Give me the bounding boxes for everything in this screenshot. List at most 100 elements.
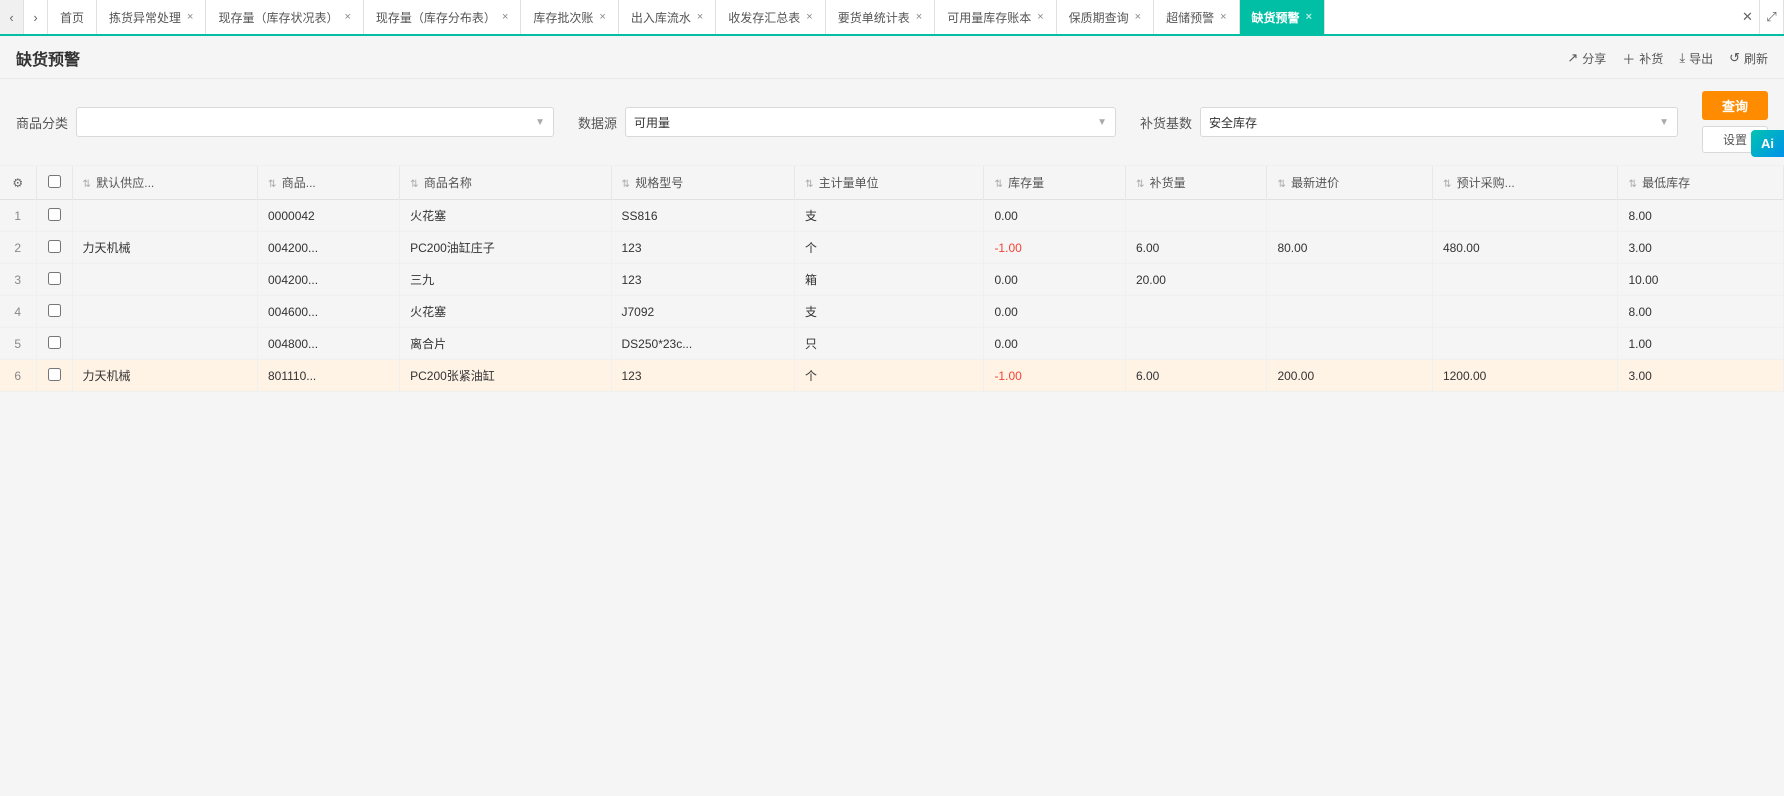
row-product-code-5: 801110... xyxy=(258,360,400,392)
row-select-checkbox-1[interactable] xyxy=(48,240,61,253)
sort-icon-6: ⇅ xyxy=(994,179,1002,190)
row-estimated-purchase-4 xyxy=(1432,328,1618,360)
tab-item-2[interactable]: 现存量（库存状况表）× xyxy=(206,0,363,35)
col-latest-price[interactable]: ⇅ 最新进价 xyxy=(1267,166,1433,200)
tab-item-7[interactable]: 要货单统计表× xyxy=(826,0,935,35)
row-replenish-5: 6.00 xyxy=(1125,360,1267,392)
row-latest-price-2 xyxy=(1267,264,1433,296)
tab-close-btn-5[interactable]: × xyxy=(697,11,703,23)
tab-close-btn-2[interactable]: × xyxy=(344,11,350,23)
row-latest-price-0 xyxy=(1267,200,1433,232)
row-min-stock-1: 3.00 xyxy=(1618,232,1784,264)
row-supplier-1: 力天机械 xyxy=(72,232,258,264)
tab-item-9[interactable]: 保质期查询× xyxy=(1057,0,1154,35)
col-supplier[interactable]: ⇅ 默认供应... xyxy=(72,166,258,200)
tab-next-btn[interactable]: › xyxy=(24,0,48,35)
col-stock[interactable]: ⇅ 库存量 xyxy=(984,166,1126,200)
col-spec[interactable]: ⇅ 规格型号 xyxy=(611,166,794,200)
col-min-stock[interactable]: ⇅ 最低库存 xyxy=(1618,166,1784,200)
col-unit[interactable]: ⇅ 主计量单位 xyxy=(794,166,984,200)
tab-close-btn-3[interactable]: × xyxy=(502,11,508,23)
col-product-name[interactable]: ⇅ 商品名称 xyxy=(400,166,611,200)
tab-maximize-btn[interactable]: ⤢ xyxy=(1760,0,1784,35)
filter-replenish-base-label: 补货基数 xyxy=(1140,113,1192,132)
row-min-stock-5: 3.00 xyxy=(1618,360,1784,392)
tab-prev-btn[interactable]: ‹ xyxy=(0,0,24,35)
tab-item-1[interactable]: 拣货异常处理× xyxy=(97,0,206,35)
row-select-checkbox-3[interactable] xyxy=(48,304,61,317)
tab-item-0[interactable]: 首页 xyxy=(48,0,97,35)
tab-close-btn-4[interactable]: × xyxy=(599,11,605,23)
tab-close-btn-9[interactable]: × xyxy=(1135,11,1141,23)
row-checkbox-3[interactable] xyxy=(36,296,72,328)
ai-badge[interactable]: Ai xyxy=(1751,130,1784,157)
tab-close-all-btn[interactable]: ✕ xyxy=(1736,0,1760,35)
row-index-0: 1 xyxy=(0,200,36,232)
tab-item-8[interactable]: 可用量库存账本× xyxy=(935,0,1056,35)
row-estimated-purchase-0 xyxy=(1432,200,1618,232)
sort-icon-3: ⇅ xyxy=(410,179,418,190)
share-icon: ↗ xyxy=(1567,50,1578,66)
tab-close-btn-1[interactable]: × xyxy=(187,11,193,23)
share-btn[interactable]: ↗ 分享 xyxy=(1567,50,1606,67)
col-estimated-purchase[interactable]: ⇅ 预计采购... xyxy=(1432,166,1618,200)
row-checkbox-4[interactable] xyxy=(36,328,72,360)
export-icon: ⤓ xyxy=(1679,50,1685,66)
tab-item-11[interactable]: 缺货预警× xyxy=(1240,0,1325,35)
col-checkbox-header[interactable] xyxy=(36,166,72,200)
filter-datasource-label: 数据源 xyxy=(578,113,617,132)
row-supplier-5: 力天机械 xyxy=(72,360,258,392)
row-stock-4: 0.00 xyxy=(984,328,1126,360)
tab-close-btn-6[interactable]: × xyxy=(806,11,812,23)
select-all-checkbox[interactable] xyxy=(48,175,61,188)
tab-item-4[interactable]: 库存批次账× xyxy=(521,0,618,35)
col-gear[interactable]: ⚙ xyxy=(0,166,36,200)
data-table: ⚙ ⇅ 默认供应... ⇅ 商品... ⇅ 商品名称 ⇅ xyxy=(0,166,1784,392)
row-product-name-3: 火花塞 xyxy=(400,296,611,328)
row-spec-2: 123 xyxy=(611,264,794,296)
row-replenish-4 xyxy=(1125,328,1267,360)
row-stock-0: 0.00 xyxy=(984,200,1126,232)
row-supplier-3 xyxy=(72,296,258,328)
tab-close-btn-10[interactable]: × xyxy=(1220,11,1226,23)
row-stock-1: -1.00 xyxy=(984,232,1126,264)
row-stock-5: -1.00 xyxy=(984,360,1126,392)
table-row: 3 004200... 三九 123 箱 0.00 20.00 10.00 xyxy=(0,264,1784,296)
refresh-btn[interactable]: ↺ 刷新 xyxy=(1729,50,1768,67)
filter-datasource-select[interactable]: 可用量 ▼ xyxy=(625,107,1116,137)
tab-close-btn-11[interactable]: × xyxy=(1306,11,1312,23)
tab-item-10[interactable]: 超储预警× xyxy=(1154,0,1239,35)
query-button[interactable]: 查询 xyxy=(1702,91,1768,120)
tab-close-btn-8[interactable]: × xyxy=(1037,11,1043,23)
tab-close-btn-7[interactable]: × xyxy=(916,11,922,23)
tab-item-5[interactable]: 出入库流水× xyxy=(619,0,716,35)
row-product-name-1: PC200油缸庄子 xyxy=(400,232,611,264)
table-row: 2 力天机械 004200... PC200油缸庄子 123 个 -1.00 6… xyxy=(0,232,1784,264)
row-select-checkbox-0[interactable] xyxy=(48,208,61,221)
col-replenish[interactable]: ⇅ 补货量 xyxy=(1125,166,1267,200)
filter-replenish-base-select[interactable]: 安全库存 ▼ xyxy=(1200,107,1678,137)
row-product-name-5: PC200张紧油缸 xyxy=(400,360,611,392)
gear-icon[interactable]: ⚙ xyxy=(12,176,23,190)
col-product-code[interactable]: ⇅ 商品... xyxy=(258,166,400,200)
row-checkbox-0[interactable] xyxy=(36,200,72,232)
row-select-checkbox-5[interactable] xyxy=(48,368,61,381)
replenish-btn[interactable]: ＋ 补货 xyxy=(1622,49,1663,68)
row-spec-4: DS250*23c... xyxy=(611,328,794,360)
export-btn[interactable]: ⤓ 导出 xyxy=(1679,50,1713,67)
tab-item-3[interactable]: 现存量（库存分布表）× xyxy=(364,0,521,35)
row-select-checkbox-4[interactable] xyxy=(48,336,61,349)
row-supplier-0 xyxy=(72,200,258,232)
chevron-down-icon-3: ▼ xyxy=(1659,117,1669,128)
filter-bar: 商品分类 ▼ 数据源 可用量 ▼ 补货基数 安全库存 ▼ 查询 设置 xyxy=(0,79,1784,166)
tab-item-6[interactable]: 收发存汇总表× xyxy=(716,0,825,35)
row-checkbox-5[interactable] xyxy=(36,360,72,392)
row-product-code-3: 004600... xyxy=(258,296,400,328)
row-checkbox-2[interactable] xyxy=(36,264,72,296)
filter-category-select[interactable]: ▼ xyxy=(76,107,554,137)
row-index-2: 3 xyxy=(0,264,36,296)
row-checkbox-1[interactable] xyxy=(36,232,72,264)
row-select-checkbox-2[interactable] xyxy=(48,272,61,285)
row-index-3: 4 xyxy=(0,296,36,328)
sort-icon: ⇅ xyxy=(83,179,91,190)
